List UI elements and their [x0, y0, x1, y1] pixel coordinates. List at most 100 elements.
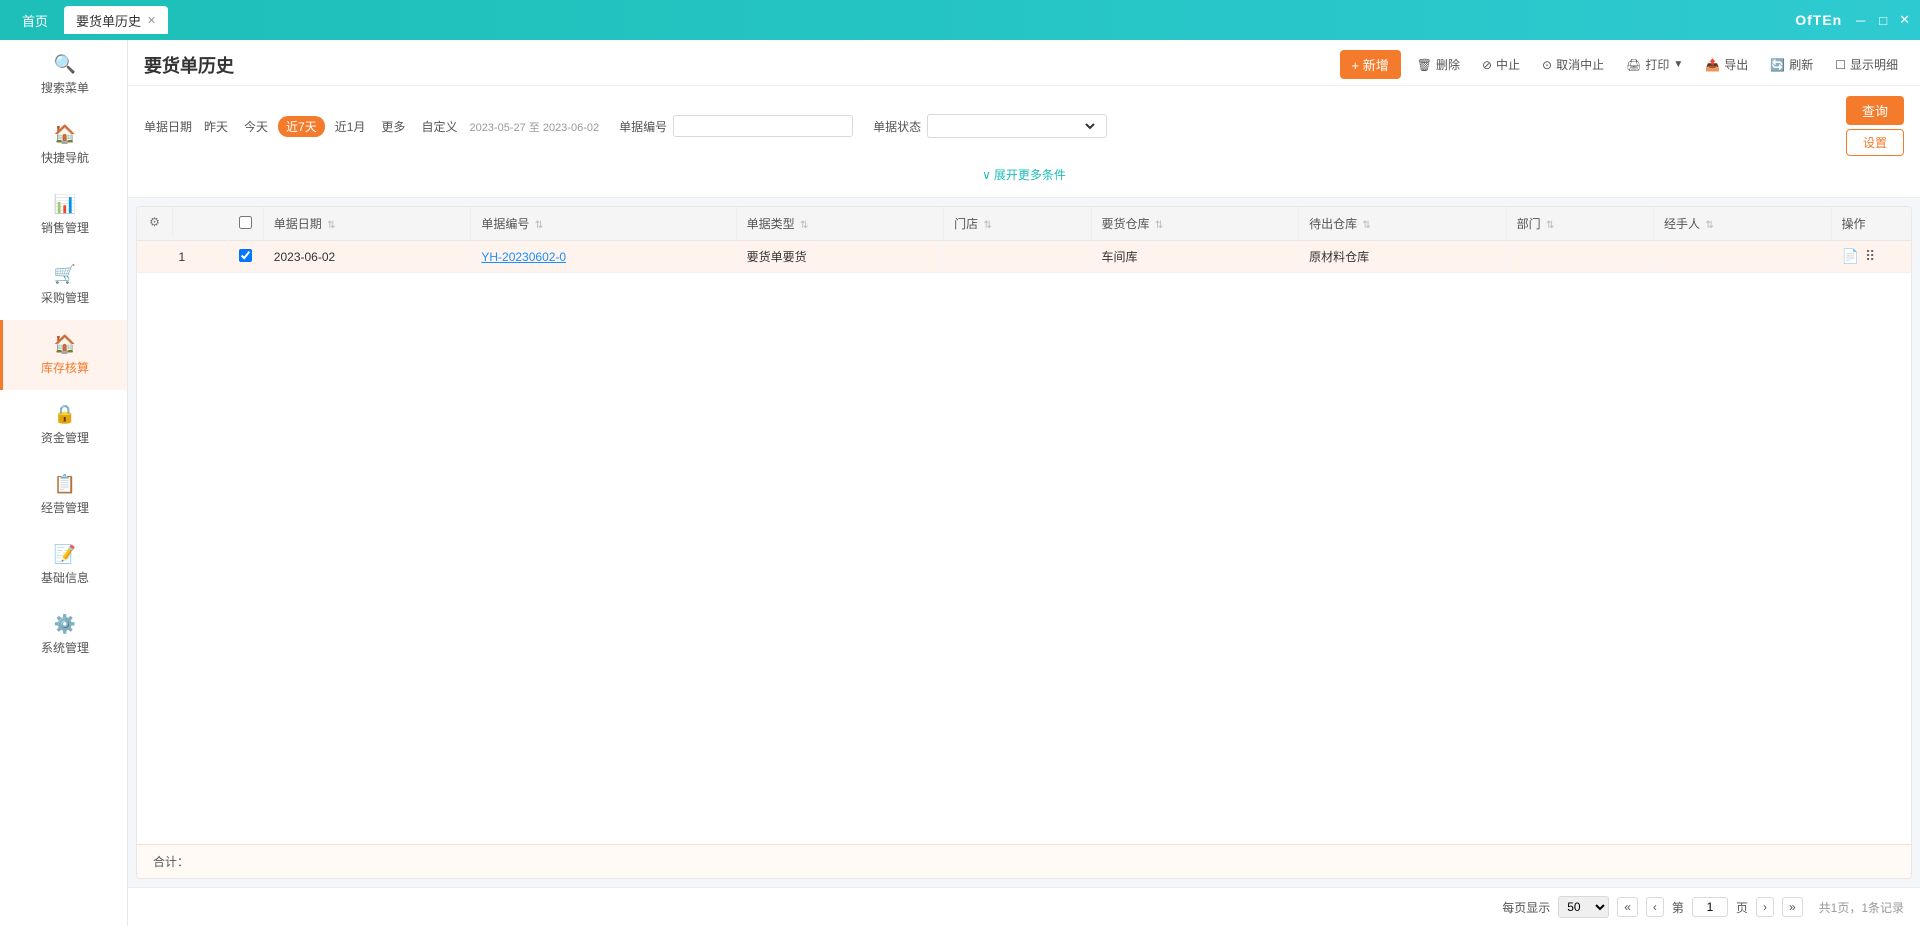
refresh-label: 刷新: [1789, 56, 1813, 73]
sort-doc-number-icon: ⇅: [535, 220, 543, 231]
column-doc-date-th[interactable]: 单据日期 ⇅: [263, 207, 471, 241]
delete-button[interactable]: 🗑 删除: [1411, 52, 1466, 77]
sidebar-item-inventory-calc[interactable]: 🏠 库存核算: [0, 320, 127, 390]
print-button[interactable]: 🖨 打印 ▼: [1620, 52, 1689, 77]
table-container[interactable]: ⚙ 单据日期 ⇅ 单据编号 ⇅: [137, 207, 1911, 844]
tab-close-icon[interactable]: ✕: [147, 14, 156, 27]
row-checkbox-cell[interactable]: [227, 241, 263, 273]
sidebar-item-operations-mgmt[interactable]: 📋 经营管理: [0, 460, 127, 530]
row-more-icon[interactable]: ⠿: [1865, 248, 1875, 265]
system-icon: ⚙️: [54, 614, 76, 635]
select-all-checkbox[interactable]: [239, 216, 252, 229]
column-settings-th[interactable]: ⚙: [137, 207, 173, 237]
page-number-input[interactable]: [1692, 897, 1728, 917]
date-range-display: 2023-05-27 至 2023-06-02: [469, 119, 599, 135]
col-doc-date-label: 单据日期: [274, 217, 322, 231]
sidebar-item-sales-mgmt[interactable]: 📊 销售管理: [0, 180, 127, 250]
row-edit-icon[interactable]: 📄: [1842, 248, 1859, 265]
suspend-button[interactable]: ⊘ 中止: [1476, 52, 1526, 77]
top-bar: 首页 要货单历史 ✕ OfTEn － □ ✕: [0, 0, 1920, 40]
doc-number-input[interactable]: [673, 115, 853, 137]
window-close-icon[interactable]: ✕: [1899, 12, 1910, 28]
shortcut-more[interactable]: 更多: [375, 116, 411, 137]
filter-doc-date: 单据日期 昨天 今天 近7天 近1月 更多 自定义 2023-05-27 至 2…: [144, 116, 599, 137]
total-info: 共1页，1条记录: [1819, 899, 1904, 916]
shortcut-1month[interactable]: 近1月: [329, 116, 372, 137]
next-page-button[interactable]: ›: [1756, 897, 1774, 917]
row-checkbox[interactable]: [239, 249, 252, 262]
column-doc-type-th[interactable]: 单据类型 ⇅: [736, 207, 944, 241]
show-detail-button[interactable]: ☐ 显示明细: [1829, 52, 1904, 77]
first-page-button[interactable]: «: [1617, 897, 1638, 917]
show-detail-label: 显示明细: [1850, 56, 1898, 73]
sidebar-item-basic-info[interactable]: 📝 基础信息: [0, 530, 127, 600]
cancel-suspend-label: 取消中止: [1556, 56, 1604, 73]
print-dropdown-icon: ▼: [1673, 59, 1683, 70]
pagination-bar: 每页显示 20 50 100 « ‹ 第 页 › » 共1页，1条记录: [128, 887, 1920, 926]
cancel-suspend-button[interactable]: ⊙ 取消中止: [1536, 52, 1610, 77]
column-req-warehouse-th[interactable]: 要货仓库 ⇅: [1091, 207, 1299, 241]
page-size-select[interactable]: 20 50 100: [1558, 896, 1609, 918]
page-header: 要货单历史 + 新增 🗑 删除 ⊘ 中止 ⊙ 取消中止 🖨 打印: [128, 40, 1920, 86]
settings-button[interactable]: 设置: [1846, 129, 1904, 156]
doc-status-select-wrap[interactable]: 全部 待审核 已审核 已中止: [927, 114, 1107, 138]
sidebar-item-purchase-mgmt[interactable]: 🛒 采购管理: [0, 250, 127, 320]
top-bar-right: OfTEn － □ ✕: [1795, 11, 1910, 30]
shortcut-7days[interactable]: 近7天: [278, 116, 325, 137]
col-req-warehouse-label: 要货仓库: [1102, 217, 1150, 231]
doc-status-select[interactable]: 全部 待审核 已审核 已中止: [936, 118, 1098, 134]
table-wrap: ⚙ 单据日期 ⇅ 单据编号 ⇅: [136, 206, 1912, 879]
new-button[interactable]: + 新增: [1340, 50, 1401, 79]
column-checkbox-th[interactable]: [227, 207, 263, 241]
window-minimize-icon[interactable]: －: [1854, 11, 1867, 30]
row-req-warehouse: 车间库: [1091, 241, 1299, 273]
sidebar: 🔍 搜索菜单 🏠 快捷导航 📊 销售管理 🛒 采购管理 🏠 库存核算 🔒 资金管…: [0, 40, 128, 926]
sort-handler-icon: ⇅: [1705, 220, 1713, 231]
column-department-th[interactable]: 部门 ⇅: [1506, 207, 1653, 241]
last-page-button[interactable]: »: [1782, 897, 1803, 917]
column-doc-number-th[interactable]: 单据编号 ⇅: [471, 207, 736, 241]
row-doc-number[interactable]: YH-20230602-0: [471, 241, 736, 273]
col-action-label: 操作: [1842, 217, 1866, 231]
refresh-icon: 🔄: [1770, 58, 1785, 72]
purchase-icon: 🛒: [54, 264, 76, 285]
tab-home[interactable]: 首页: [10, 6, 60, 34]
sidebar-item-label: 库存核算: [41, 359, 89, 376]
column-handler-th[interactable]: 经手人 ⇅: [1653, 207, 1831, 241]
content-area: 要货单历史 + 新增 🗑 删除 ⊘ 中止 ⊙ 取消中止 🖨 打印: [128, 40, 1920, 926]
doc-number-link[interactable]: YH-20230602-0: [481, 250, 566, 264]
window-maximize-icon[interactable]: □: [1879, 13, 1887, 28]
doc-status-label: 单据状态: [873, 118, 921, 135]
home-icon: 🏠: [54, 124, 76, 145]
sidebar-item-search-menu[interactable]: 🔍 搜索菜单: [0, 40, 127, 110]
column-store-th[interactable]: 门店 ⇅: [944, 207, 1091, 241]
expand-conditions-button[interactable]: ∨ 展开更多条件: [974, 162, 1074, 187]
table-footer: 合计：: [137, 844, 1911, 878]
shortcut-today[interactable]: 今天: [238, 116, 274, 137]
shortcut-custom[interactable]: 自定义: [415, 116, 463, 137]
shortcut-yesterday[interactable]: 昨天: [198, 116, 234, 137]
column-pending-warehouse-th[interactable]: 待出仓库 ⇅: [1299, 207, 1507, 241]
row-doc-date: 2023-06-02: [263, 241, 471, 273]
row-action-cell: 📄 ⠿: [1831, 241, 1911, 273]
settings-gear-icon: ⚙: [149, 215, 160, 229]
prev-page-button[interactable]: ‹: [1646, 897, 1664, 917]
column-action-th: 操作: [1831, 207, 1911, 241]
col-doc-type-label: 单据类型: [747, 217, 795, 231]
footer-total-label: 合计：: [153, 853, 189, 870]
sidebar-item-shortcut-nav[interactable]: 🏠 快捷导航: [0, 110, 127, 180]
sidebar-item-label: 搜索菜单: [41, 79, 89, 96]
refresh-button[interactable]: 🔄 刷新: [1764, 52, 1819, 77]
sales-icon: 📊: [54, 194, 76, 215]
suspend-label: 中止: [1496, 56, 1520, 73]
expand-icon: ∨: [982, 168, 991, 182]
export-button[interactable]: 📤 导出: [1699, 52, 1754, 77]
sidebar-item-system-mgmt[interactable]: ⚙️ 系统管理: [0, 600, 127, 670]
sidebar-item-finance-mgmt[interactable]: 🔒 资金管理: [0, 390, 127, 460]
tab-requisition-history[interactable]: 要货单历史 ✕: [64, 6, 168, 34]
expand-label: 展开更多条件: [994, 166, 1066, 183]
filter-doc-status: 单据状态 全部 待审核 已审核 已中止: [873, 114, 1107, 138]
col-doc-number-label: 单据编号: [481, 217, 529, 231]
data-table: ⚙ 单据日期 ⇅ 单据编号 ⇅: [137, 207, 1911, 273]
query-button[interactable]: 查询: [1846, 96, 1904, 125]
